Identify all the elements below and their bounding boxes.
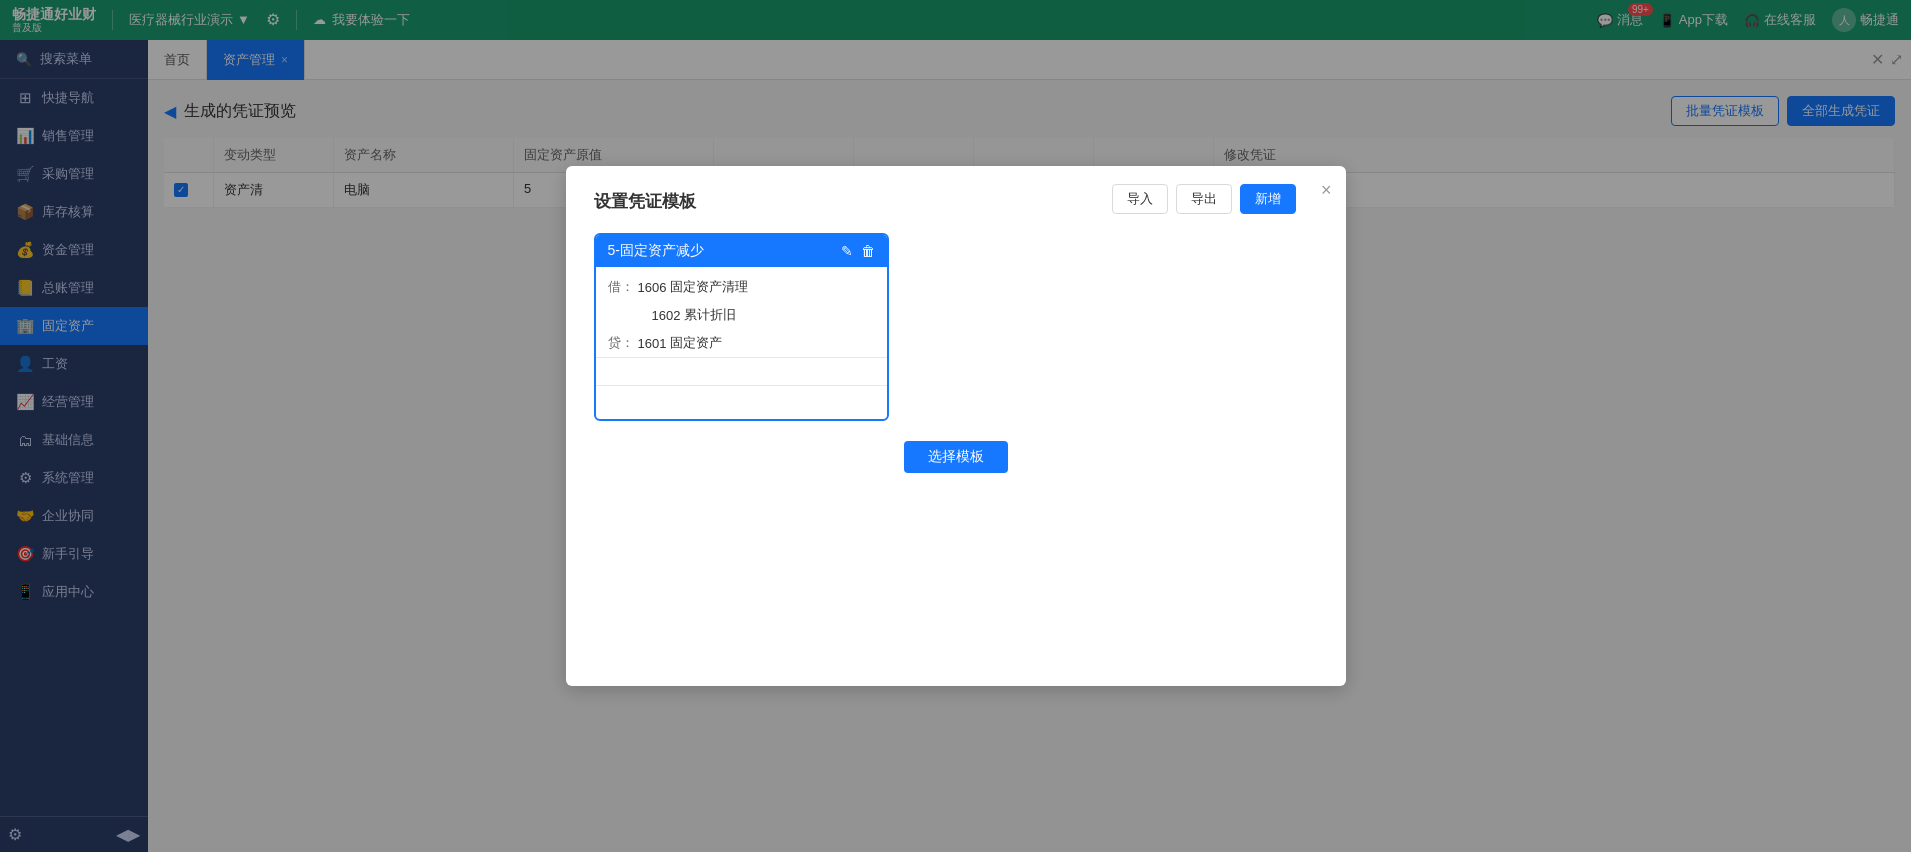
template-debit-row-1: 借： 1606 固定资产清理 bbox=[596, 273, 887, 301]
template-title: 5-固定资产减少 bbox=[608, 242, 704, 260]
dialog-action-buttons: 导入 导出 新增 bbox=[1112, 184, 1296, 214]
template-delete-icon[interactable]: 🗑 bbox=[861, 243, 875, 259]
choose-template-button[interactable]: 选择模板 bbox=[904, 441, 1008, 473]
template-card: 5-固定资产减少 ✎ 🗑 借： 1606 固定资产清理 1602 累计折旧 贷： bbox=[594, 233, 889, 421]
import-button[interactable]: 导入 bbox=[1112, 184, 1168, 214]
template-empty-row-1 bbox=[596, 357, 887, 385]
new-button[interactable]: 新增 bbox=[1240, 184, 1296, 214]
dialog-overlay: 设置凭证模板 × 导入 导出 新增 5-固定资产减少 ✎ 🗑 借： 1606 固… bbox=[0, 0, 1911, 852]
dialog: 设置凭证模板 × 导入 导出 新增 5-固定资产减少 ✎ 🗑 借： 1606 固… bbox=[566, 166, 1346, 686]
template-debit-row-2: 1602 累计折旧 bbox=[596, 301, 887, 329]
template-empty-row-2 bbox=[596, 385, 887, 413]
template-edit-icon[interactable]: ✎ bbox=[841, 243, 853, 259]
template-card-header: 5-固定资产减少 ✎ 🗑 bbox=[596, 235, 887, 267]
template-credit-row-1: 贷： 1601 固定资产 bbox=[596, 329, 887, 357]
export-button[interactable]: 导出 bbox=[1176, 184, 1232, 214]
template-body: 借： 1606 固定资产清理 1602 累计折旧 贷： 1601 固定资产 bbox=[596, 267, 887, 419]
dialog-close-button[interactable]: × bbox=[1321, 180, 1332, 201]
template-header-actions: ✎ 🗑 bbox=[841, 243, 875, 259]
